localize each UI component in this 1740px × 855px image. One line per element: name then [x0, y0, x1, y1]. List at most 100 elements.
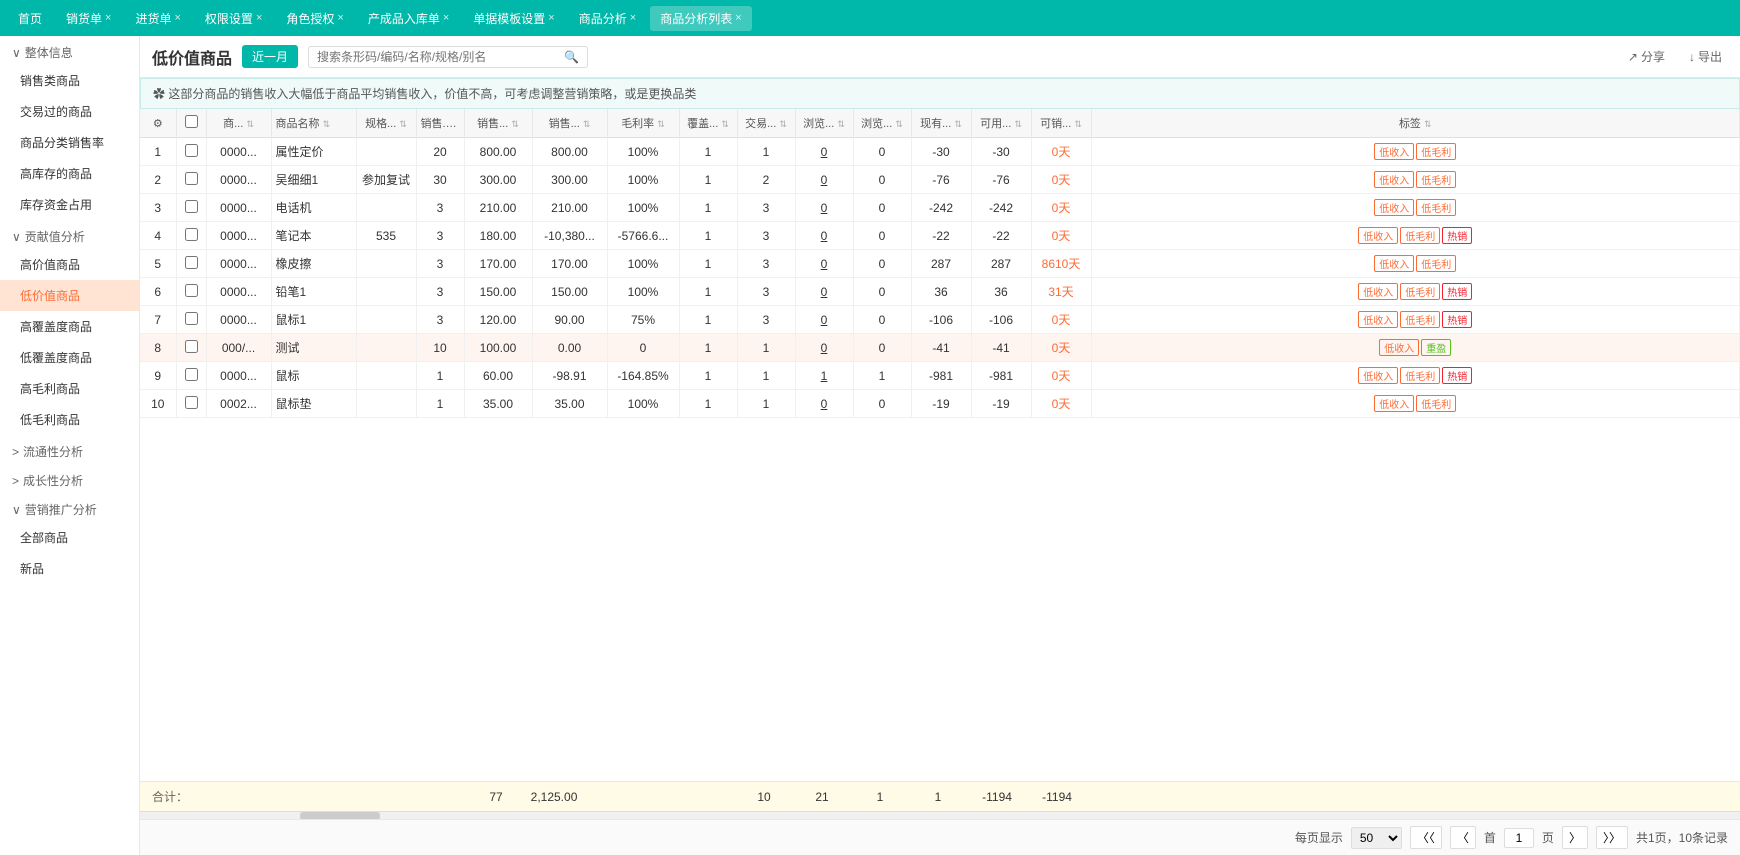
nav-analysis-list-close[interactable]: × [735, 12, 741, 24]
browse1-value[interactable]: 0 [821, 229, 828, 243]
nav-product-analysis-close[interactable]: × [630, 12, 636, 24]
col-stock1-header[interactable]: 现有... ⇅ [911, 109, 971, 138]
sidebar-group-marketing[interactable]: ∨ 营销推广分析 [0, 493, 139, 522]
row-browse1[interactable]: 0 [795, 250, 853, 278]
col-saleqty-header[interactable]: 销售... ⇅ [416, 109, 464, 138]
browse1-value[interactable]: 0 [821, 257, 828, 271]
nav-stock-in[interactable]: 产成品入库单 × [358, 6, 459, 31]
row-checkbox[interactable] [185, 200, 198, 213]
row-checkbox[interactable] [185, 340, 198, 353]
nav-stock-in-close[interactable]: × [443, 12, 449, 24]
browse1-value[interactable]: 0 [821, 173, 828, 187]
row-browse1[interactable]: 0 [795, 194, 853, 222]
row-browse1[interactable]: 0 [795, 390, 853, 418]
row-browse1[interactable]: 0 [795, 306, 853, 334]
row-checkbox[interactable] [185, 396, 198, 409]
row-browse1[interactable]: 0 [795, 278, 853, 306]
sidebar-item-low-coverage[interactable]: 低覆盖度商品 [0, 342, 139, 373]
current-page-input[interactable] [1504, 828, 1534, 848]
nav-sales-close[interactable]: × [105, 12, 111, 24]
browse1-value[interactable]: 0 [821, 201, 828, 215]
sidebar-item-low-value[interactable]: 低价值商品 [0, 280, 139, 311]
col-tags-header[interactable]: 标签 ⇅ [1091, 109, 1740, 138]
row-check[interactable] [176, 194, 206, 222]
browse1-value[interactable]: 1 [821, 369, 828, 383]
share-button[interactable]: ↗ 分享 [1622, 44, 1671, 69]
col-name-header[interactable]: 商品名称 ⇅ [271, 109, 356, 138]
nav-permissions[interactable]: 权限设置 × [195, 6, 272, 31]
sidebar-item-all-goods[interactable]: 全部商品 [0, 522, 139, 553]
row-browse1[interactable]: 0 [795, 166, 853, 194]
row-browse1[interactable]: 0 [795, 334, 853, 362]
col-trade-header[interactable]: 交易... ⇅ [737, 109, 795, 138]
sidebar-item-high-value[interactable]: 高价值商品 [0, 249, 139, 280]
row-check[interactable] [176, 166, 206, 194]
nav-template-close[interactable]: × [548, 12, 554, 24]
per-page-select[interactable]: 50 100 200 [1351, 827, 1402, 849]
col-saleamount-header[interactable]: 销售... ⇅ [532, 109, 607, 138]
row-check[interactable] [176, 390, 206, 418]
row-browse1[interactable]: 0 [795, 138, 853, 166]
row-check[interactable] [176, 250, 206, 278]
nav-home[interactable]: 首页 [8, 6, 52, 31]
export-button[interactable]: ↓ 导出 [1683, 44, 1728, 69]
col-settings-header[interactable]: ⚙ [140, 109, 176, 138]
sidebar-group-growth[interactable]: > 成长性分析 [0, 464, 139, 493]
nav-template[interactable]: 单据模板设置 × [463, 6, 564, 31]
row-checkbox[interactable] [185, 312, 198, 325]
nav-roles[interactable]: 角色授权 × [276, 6, 353, 31]
row-checkbox[interactable] [185, 256, 198, 269]
nav-permissions-close[interactable]: × [256, 12, 262, 24]
sidebar-group-overview[interactable]: ∨ 整体信息 [0, 36, 139, 65]
sidebar-item-high-stock[interactable]: 高库存的商品 [0, 158, 139, 189]
search-input[interactable] [317, 50, 564, 64]
row-check[interactable] [176, 222, 206, 250]
prev-page-button[interactable]: 〈 [1450, 826, 1476, 849]
col-browse2-header[interactable]: 浏览... ⇅ [853, 109, 911, 138]
nav-product-analysis[interactable]: 商品分析 × [569, 6, 646, 31]
col-browse1-header[interactable]: 浏览... ⇅ [795, 109, 853, 138]
first-page-button[interactable]: 〈〈 [1410, 826, 1442, 849]
filter-period-button[interactable]: 近一月 [242, 45, 298, 68]
nav-purchase-close[interactable]: × [174, 12, 180, 24]
last-page-button[interactable]: 〉〉 [1596, 826, 1628, 849]
row-check[interactable] [176, 306, 206, 334]
browse1-value[interactable]: 0 [821, 397, 828, 411]
row-checkbox[interactable] [185, 172, 198, 185]
browse1-value[interactable]: 0 [821, 285, 828, 299]
row-check[interactable] [176, 138, 206, 166]
row-browse1[interactable]: 0 [795, 222, 853, 250]
horizontal-scrollbar[interactable] [140, 811, 1740, 819]
sidebar-item-high-coverage[interactable]: 高覆盖度商品 [0, 311, 139, 342]
sidebar-item-stock-capital[interactable]: 库存资金占用 [0, 189, 139, 220]
row-checkbox[interactable] [185, 228, 198, 241]
row-checkbox[interactable] [185, 368, 198, 381]
nav-roles-close[interactable]: × [337, 12, 343, 24]
col-code-header[interactable]: 商... ⇅ [206, 109, 271, 138]
search-icon[interactable]: 🔍 [564, 50, 579, 64]
row-checkbox[interactable] [185, 144, 198, 157]
row-check[interactable] [176, 362, 206, 390]
col-stock2-header[interactable]: 可用... ⇅ [971, 109, 1031, 138]
select-all-checkbox[interactable] [185, 115, 198, 128]
sidebar-item-category-sales[interactable]: 商品分类销售率 [0, 127, 139, 158]
sidebar-group-circulation[interactable]: > 流通性分析 [0, 435, 139, 464]
row-check[interactable] [176, 278, 206, 306]
col-salable-header[interactable]: 可销... ⇅ [1031, 109, 1091, 138]
row-checkbox[interactable] [185, 284, 198, 297]
sidebar-group-contribution[interactable]: ∨ 贡献值分析 [0, 220, 139, 249]
col-gross-header[interactable]: 毛利率 ⇅ [607, 109, 679, 138]
nav-purchase[interactable]: 进货单 × [125, 6, 190, 31]
sidebar-item-low-margin[interactable]: 低毛利商品 [0, 404, 139, 435]
nav-analysis-list[interactable]: 商品分析列表 × [650, 6, 751, 31]
browse1-value[interactable]: 0 [821, 145, 828, 159]
sidebar-item-new-goods[interactable]: 新品 [0, 553, 139, 584]
sidebar-item-high-margin[interactable]: 高毛利商品 [0, 373, 139, 404]
next-page-button[interactable]: 〉 [1562, 826, 1588, 849]
col-check-header[interactable] [176, 109, 206, 138]
col-coverage-header[interactable]: 覆盖... ⇅ [679, 109, 737, 138]
col-saleprice-header[interactable]: 销售... ⇅ [464, 109, 532, 138]
row-browse1[interactable]: 1 [795, 362, 853, 390]
sidebar-item-sales-goods[interactable]: 销售类商品 [0, 65, 139, 96]
row-check[interactable] [176, 334, 206, 362]
